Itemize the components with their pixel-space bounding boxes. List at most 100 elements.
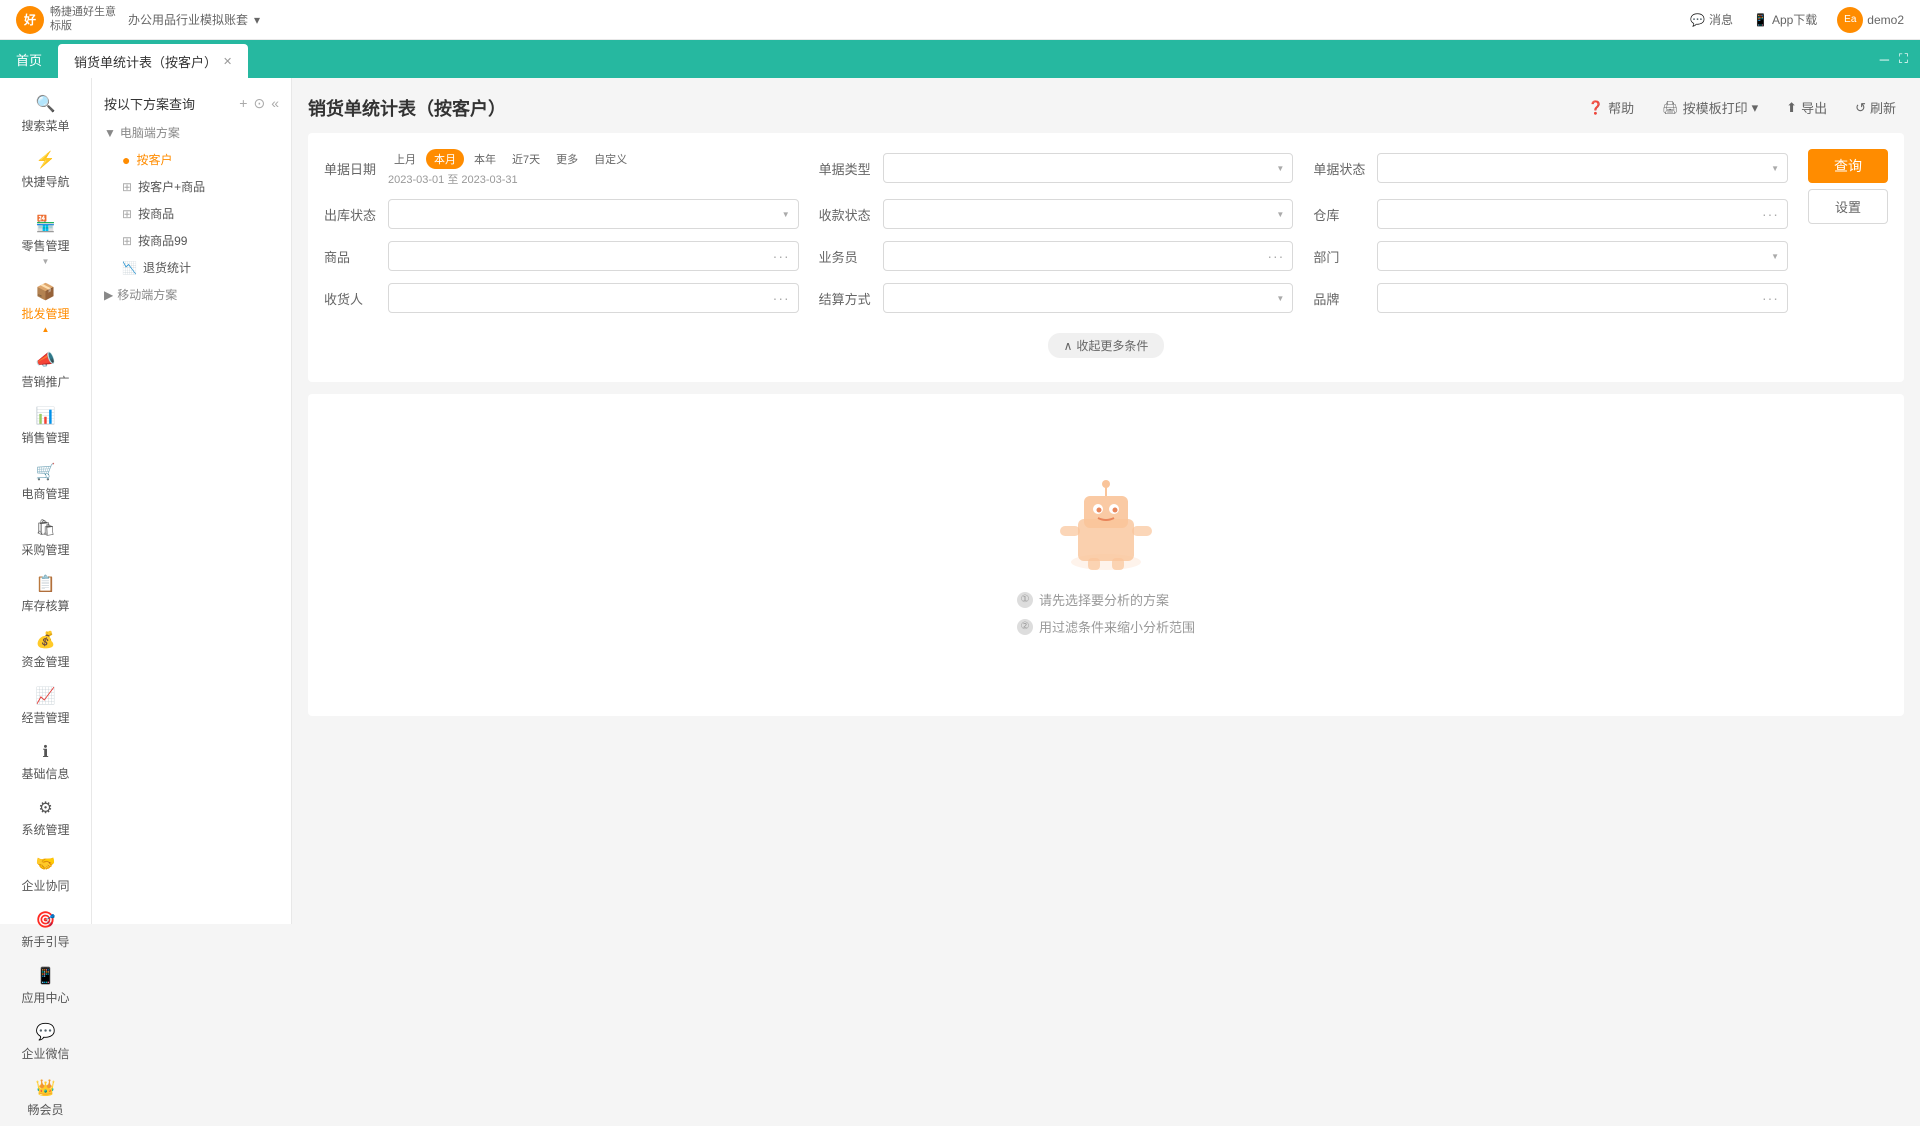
tree-item-by-customer[interactable]: ● 按客户 (92, 146, 291, 173)
sidebar-item-enterprise-wechat[interactable]: 💬 企业微信 (0, 1014, 91, 1070)
settings-scheme-btn[interactable]: ⊙ (253, 95, 265, 112)
brand-control[interactable]: ··· (1377, 283, 1788, 313)
help-icon: ❓ (1588, 100, 1604, 116)
newbie-icon: 🎯 (36, 910, 56, 930)
chevron-down-icon: ▼ (42, 257, 50, 266)
page-actions: ❓ 帮助 🖨 按模板打印 ▾ ⬆ 导出 ↺ 刷新 (1580, 94, 1904, 121)
order-status-arrow-icon (1771, 163, 1779, 174)
message-btn[interactable]: 💬 消息 (1690, 11, 1733, 28)
avatar: Ea (1837, 7, 1863, 33)
empty-illustration (1046, 474, 1166, 574)
sidebar-item-ecommerce[interactable]: 🛒 电商管理 (0, 454, 91, 510)
panel-header: 按以下方案查询 + ⊙ « (92, 88, 291, 119)
tab-close-icon[interactable]: ✕ (223, 55, 232, 68)
date-tab-lastmonth[interactable]: 上月 (388, 149, 422, 169)
department-control[interactable] (1377, 241, 1788, 271)
export-btn[interactable]: ⬆ 导出 (1778, 94, 1835, 121)
print-chevron-icon: ▾ (1752, 100, 1759, 116)
collapse-icon: ∧ (1064, 339, 1073, 353)
date-tab-7days[interactable]: 近7天 (506, 149, 546, 169)
date-tab-custom[interactable]: 自定义 (588, 149, 633, 169)
warehouse-control[interactable]: ··· (1377, 199, 1788, 229)
collapse-button[interactable]: ∧ 收起更多条件 (1048, 333, 1165, 358)
settlement-control[interactable] (883, 283, 1294, 313)
product-control[interactable]: ··· (388, 241, 799, 271)
sidebar-item-newbie[interactable]: 🎯 新手引导 (0, 902, 91, 958)
sidebar-item-quick-nav[interactable]: ⚡ 快捷导航 (0, 142, 91, 198)
settings-button[interactable]: 设置 (1808, 189, 1888, 224)
system-icon: ⚙ (38, 798, 52, 818)
sidebar-item-purchase[interactable]: 🛍 采购管理 (0, 510, 91, 566)
out-status-control[interactable] (388, 199, 799, 229)
filter-row-4: 收货人 ··· 结算方式 (324, 283, 1788, 313)
ecommerce-icon: 🛒 (36, 462, 56, 482)
print-btn[interactable]: 🖨 按模板打印 ▾ (1654, 94, 1766, 121)
recipient-dots-icon: ··· (773, 290, 790, 306)
sidebar-item-basic-info[interactable]: ℹ 基础信息 (0, 734, 91, 790)
help-btn[interactable]: ❓ 帮助 (1580, 94, 1642, 121)
hint-num-1: ① (1017, 592, 1033, 608)
product-icon: ⊞ (122, 207, 132, 221)
sidebar-item-inventory[interactable]: 📋 库存核算 (0, 566, 91, 622)
sales-icon: 📊 (36, 406, 56, 426)
minimize-icon[interactable]: － (1878, 50, 1891, 69)
filter-settlement-field: 结算方式 (819, 283, 1294, 313)
receipt-status-control[interactable] (883, 199, 1294, 229)
collapse-panel-btn[interactable]: « (271, 95, 279, 112)
basic-info-icon: ℹ (42, 742, 48, 762)
date-tab-more[interactable]: 更多 (550, 149, 584, 169)
sidebar-item-wholesale[interactable]: 📦 批发管理 ▲ (0, 274, 91, 342)
sidebar-item-finance[interactable]: 💰 资金管理 (0, 622, 91, 678)
filter-salesperson-field: 业务员 ··· (819, 241, 1294, 271)
filter-brand-field: 品牌 ··· (1313, 283, 1788, 313)
header-left: 好 畅捷通好生意 标版 办公用品行业模拟账套 ▾ (16, 6, 260, 34)
sidebar-item-search-menu[interactable]: 🔍 搜索菜单 (0, 86, 91, 142)
brand-dots-icon: ··· (1762, 290, 1779, 306)
sidebar-item-vip[interactable]: 👑 畅会员 (0, 1070, 91, 1126)
order-type-control[interactable] (883, 153, 1294, 183)
filter-main-row: 单据日期 上月 本月 本年 近7天 更多 自定义 (324, 149, 1888, 325)
sidebar-item-marketing[interactable]: 📣 营销推广 (0, 342, 91, 398)
breadcrumb: 办公用品行业模拟账套 ▾ (128, 11, 260, 28)
order-type-arrow-icon (1276, 163, 1284, 174)
tab-sales-stat[interactable]: 销货单统计表（按客户） ✕ (58, 44, 248, 78)
sidebar-item-operations[interactable]: 📈 经营管理 (0, 678, 91, 734)
tab-home[interactable]: 首页 (0, 40, 58, 78)
tab-bar-actions: － ⛶ (1878, 50, 1920, 69)
filter-receipt-status-field: 收款状态 (819, 199, 1294, 229)
date-tab-thisyear[interactable]: 本年 (468, 149, 502, 169)
date-tab-thismonth[interactable]: 本月 (426, 149, 464, 169)
sidebar-item-enterprise[interactable]: 🤝 企业协同 (0, 846, 91, 902)
tree-item-by-product[interactable]: ⊞ 按商品 (92, 200, 291, 227)
app-download-btn[interactable]: 📱 App下载 (1753, 11, 1817, 28)
refresh-btn[interactable]: ↺ 刷新 (1847, 94, 1904, 121)
empty-hint-2: ② 用过滤条件来缩小分析范围 (1017, 617, 1195, 636)
tree-group-desktop[interactable]: ▼ 电脑端方案 (92, 119, 291, 146)
logo-text: 畅捷通好生意 标版 (50, 6, 116, 32)
vip-icon: 👑 (36, 1078, 56, 1098)
tree-group-mobile[interactable]: ▶ 移动端方案 (92, 281, 291, 308)
collapse-bar: ∧ 收起更多条件 (324, 325, 1888, 366)
sidebar-item-sales[interactable]: 📊 销售管理 (0, 398, 91, 454)
print-icon: 🖨 (1662, 100, 1679, 116)
filter-row-1: 单据日期 上月 本月 本年 近7天 更多 自定义 (324, 149, 1788, 187)
tree-item-by-customer-product[interactable]: ⊞ 按客户+商品 (92, 173, 291, 200)
tree-item-return-stats[interactable]: 📉 退货统计 (92, 254, 291, 281)
maximize-icon[interactable]: ⛶ (1899, 51, 1908, 67)
product-dots-icon: ··· (773, 248, 790, 264)
sidebar-item-system[interactable]: ⚙ 系统管理 (0, 790, 91, 846)
tree-item-by-product99[interactable]: ⊞ 按商品99 (92, 227, 291, 254)
sidebar-item-app-center[interactable]: 📱 应用中心 (0, 958, 91, 1014)
filter-department-field: 部门 (1313, 241, 1788, 271)
query-button[interactable]: 查询 (1808, 149, 1888, 183)
sidebar-item-retail[interactable]: 🏪 零售管理 ▼ (0, 206, 91, 274)
add-scheme-btn[interactable]: + (239, 95, 247, 112)
chevron-down-icon[interactable]: ▾ (254, 13, 260, 27)
salesperson-control[interactable]: ··· (883, 241, 1294, 271)
user-avatar-btn[interactable]: Ea demo2 (1837, 7, 1904, 33)
recipient-control[interactable]: ··· (388, 283, 799, 313)
search-icon: 🔍 (36, 94, 56, 114)
filter-row-3: 商品 ··· 业务员 ··· (324, 241, 1788, 271)
order-status-control[interactable] (1377, 153, 1788, 183)
wechat-icon: 💬 (36, 1022, 56, 1042)
